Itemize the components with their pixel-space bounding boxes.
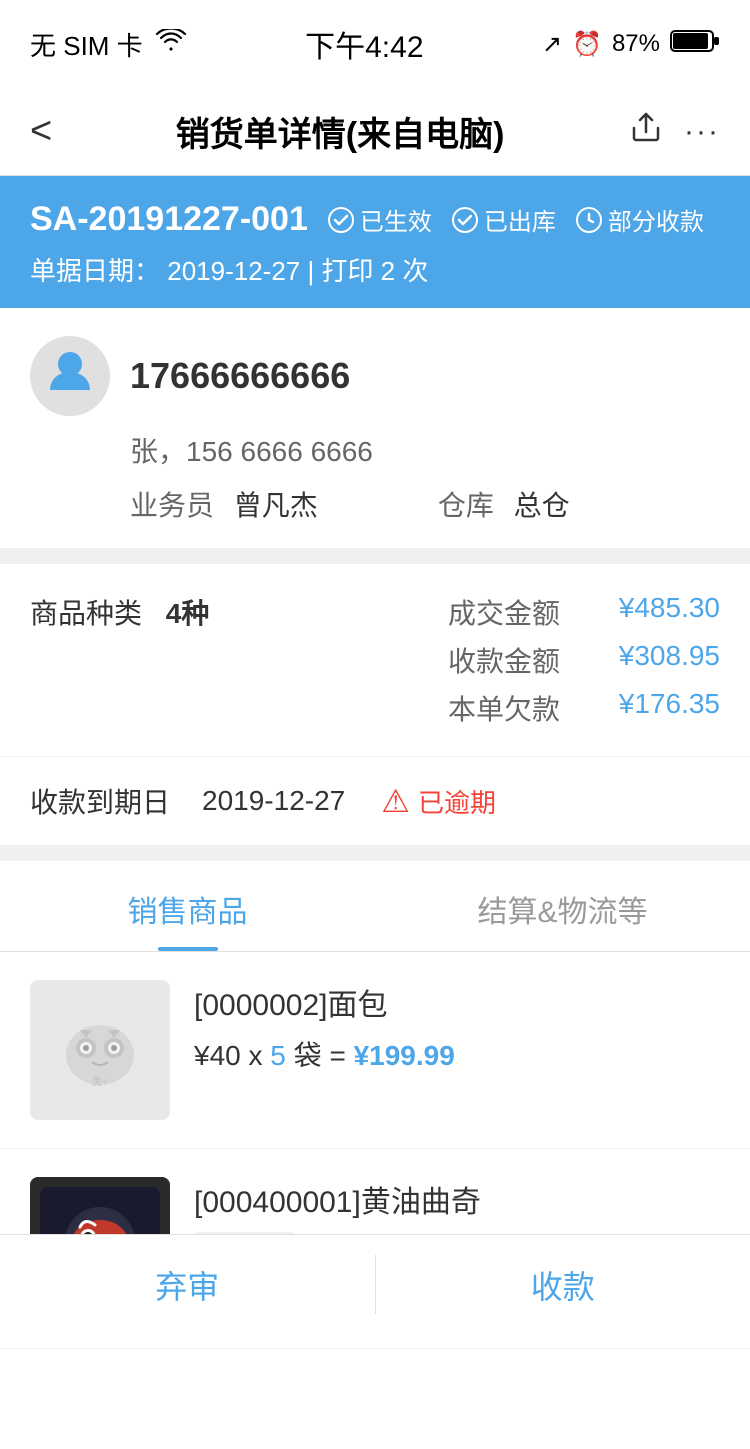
status-partial-payment: 部分收款 [576,202,704,237]
overdue-text: 已逾期 [418,783,496,820]
tab-sales-products[interactable]: 销售商品 [0,861,375,951]
product-name-2: [000400001]黄油曲奇 [194,1177,720,1221]
tab-divider [0,845,750,861]
warehouse-label: 仓库 [438,490,494,521]
order-header: SA-20191227-001 已生效 已出库 部分收款 单据日期： 2019-… [0,176,750,308]
amount-label: 成交金额 [448,592,560,632]
products-list: 兔+ [0000002]面包 ¥40 x 5 袋 = ¥199.99 [0,952,750,1449]
product-image-1: 兔+ [30,980,170,1120]
status-effective: 已生效 [328,202,432,237]
sales-label: 业务员 [130,490,214,521]
tab-billing-logistics[interactable]: 结算&物流等 [375,861,750,951]
received-label: 收款金额 [448,640,560,680]
debt-value: ¥176.35 [580,688,720,728]
share-icon[interactable] [628,110,664,154]
cancel-button[interactable]: 弃审 [0,1235,375,1334]
order-date-info: 单据日期： 2019-12-27 | 打印 2 次 [30,251,720,288]
category-label: 商品种类 4种 [30,592,209,632]
battery-text: 87% [612,30,660,58]
back-button[interactable]: < [30,110,52,153]
product-price-1: ¥40 x 5 袋 = ¥199.99 [194,1034,720,1074]
page-title: 销货单详情(来自电脑) [176,107,505,156]
order-header-row1: SA-20191227-001 已生效 已出库 部分收款 [30,200,720,239]
carrier-text: 无 SIM 卡 [30,26,143,63]
product-name-1: [0000002]面包 [194,980,720,1024]
due-date-section: 收款到期日 2019-12-27 ⚠ 已逾期 [0,756,750,845]
debt-label: 本单欠款 [448,688,560,728]
date-label: 单据日期： [30,256,160,286]
product-info-1: [0000002]面包 ¥40 x 5 袋 = ¥199.99 [194,980,720,1120]
location-icon: ↗ [542,30,562,59]
user-icon [44,344,96,408]
summary-left: 商品种类 4种 [30,592,209,728]
nav-actions: ··· [628,110,720,154]
more-icon[interactable]: ··· [684,115,720,149]
order-id: SA-20191227-001 [30,200,308,239]
received-value: ¥308.95 [580,640,720,680]
wifi-icon [155,29,187,60]
status-left: 无 SIM 卡 [30,26,187,63]
list-item: 兔+ [0000002]面包 ¥40 x 5 袋 = ¥199.99 [0,952,750,1149]
due-date-value: 2019-12-27 [202,785,345,817]
confirm-payment-button[interactable]: 收款 [376,1235,750,1334]
customer-row: 17666666666 [30,336,720,416]
sales-name: 曾凡杰 [234,490,318,521]
customer-name: 17666666666 [130,355,350,397]
amount-value: ¥485.30 [580,592,720,632]
summary-section: 商品种类 4种 成交金额 ¥485.30 收款金额 ¥308.95 本单欠款 ¥… [0,564,750,756]
customer-section: 17666666666 张，156 6666 6666 业务员 曾凡杰 仓库 总… [0,308,750,548]
customer-meta: 业务员 曾凡杰 仓库 总仓 [130,484,720,524]
warehouse-name: 总仓 [514,490,570,521]
status-right: ↗ ⏰ 87% [542,28,720,61]
nav-bar: < 销货单详情(来自电脑) ··· [0,88,750,176]
tab-bar: 销售商品 结算&物流等 [0,861,750,952]
status-shipped: 已出库 [452,202,556,237]
summary-right: 成交金额 ¥485.30 收款金额 ¥308.95 本单欠款 ¥176.35 [448,592,720,728]
warehouse-info: 仓库 总仓 [438,484,570,524]
bottom-bar: 弃审 收款 [0,1234,750,1334]
category-count: 4种 [166,598,210,629]
overdue-badge: ⚠ 已逾期 [381,782,496,820]
alarm-icon: ⏰ [572,30,602,59]
battery-icon [670,28,720,61]
summary-amount-row: 成交金额 ¥485.30 [448,592,720,632]
print-info: | 打印 2 次 [307,256,428,286]
divider-1 [0,548,750,564]
summary-debt-row: 本单欠款 ¥176.35 [448,688,720,728]
overdue-icon: ⚠ [381,782,410,820]
status-bar: 无 SIM 卡 下午4:42 ↗ ⏰ 87% [0,0,750,88]
order-date: 2019-12-27 [167,256,300,286]
svg-text:兔+: 兔+ [92,1075,108,1088]
summary-received-row: 收款金额 ¥308.95 [448,640,720,680]
status-time: 下午4:42 [305,22,423,66]
sales-info: 业务员 曾凡杰 [130,484,318,524]
avatar [30,336,110,416]
customer-contact: 张，156 6666 6666 [130,430,720,470]
due-date-label: 收款到期日 [30,781,170,821]
